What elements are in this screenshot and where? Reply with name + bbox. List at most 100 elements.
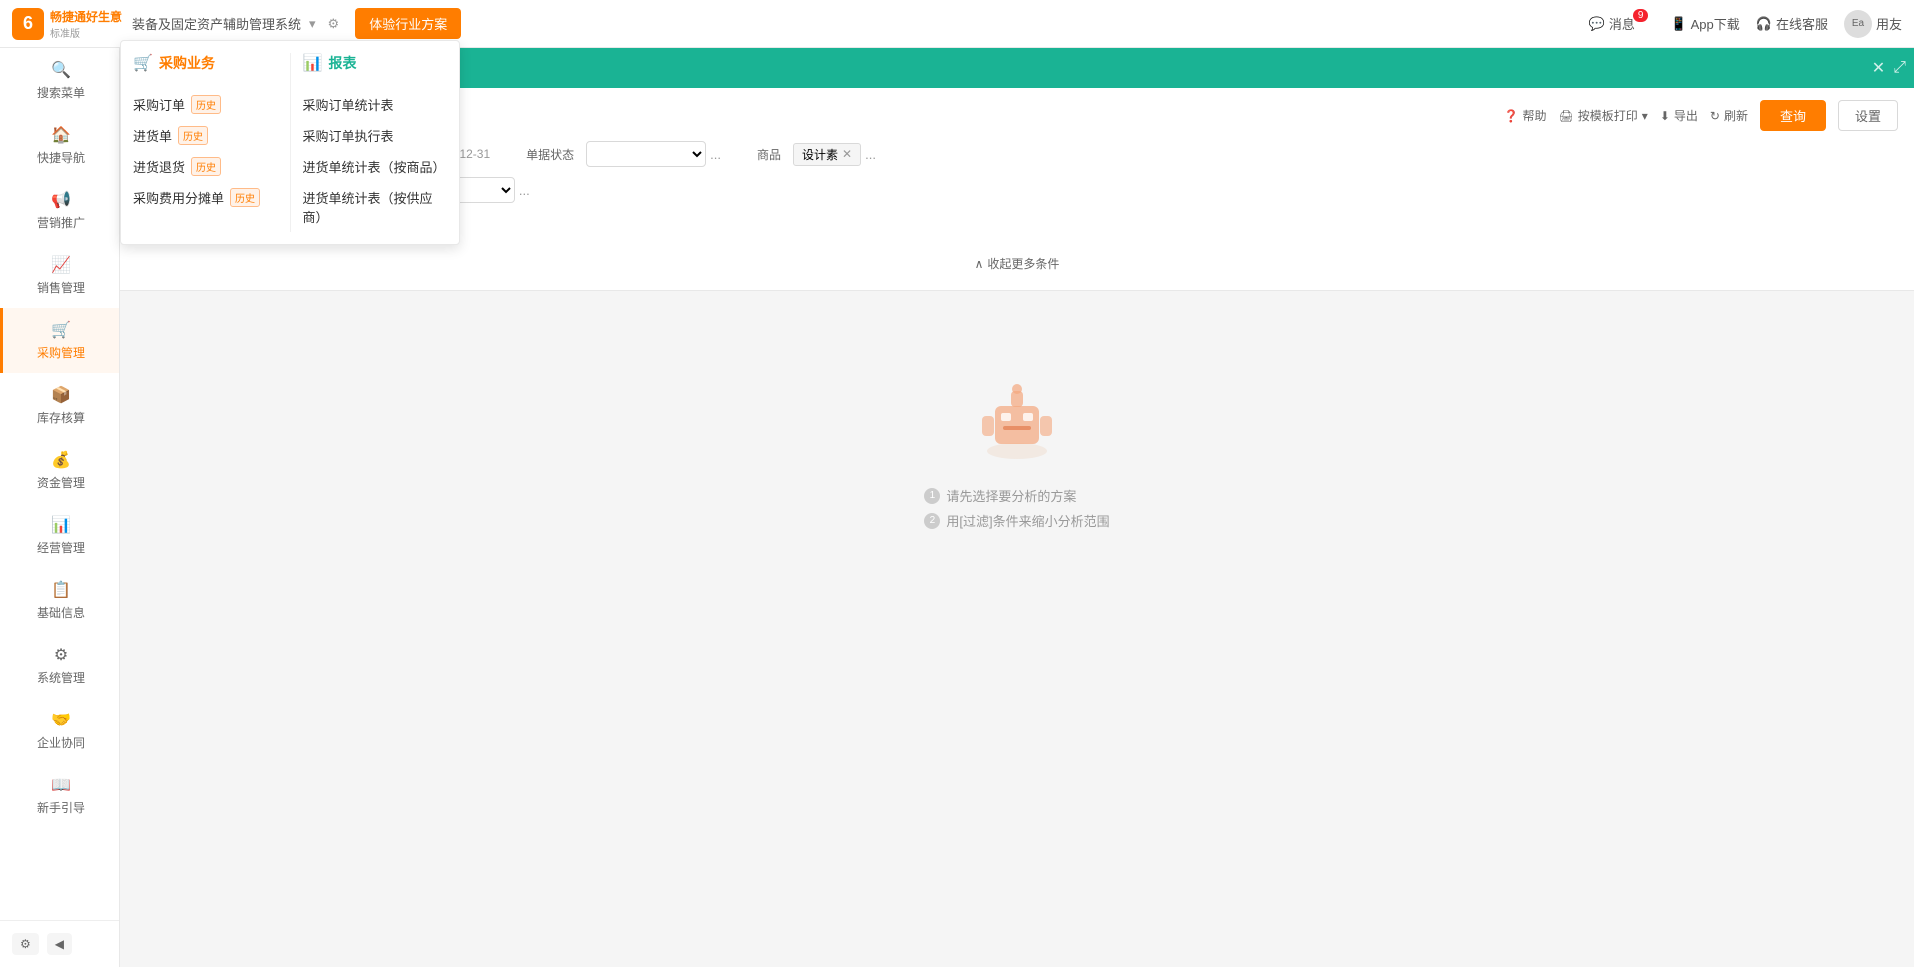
empty-svg xyxy=(967,371,1067,471)
salesperson-dots: ... xyxy=(519,183,530,198)
sidebar-item-inventory[interactable]: 📦 库存核算 xyxy=(0,373,119,438)
industry-btn[interactable]: 体验行业方案 xyxy=(355,8,461,39)
sidebar-bottom: ⚙ ◀ xyxy=(0,920,119,967)
tab-expand-btn[interactable]: ⤢ xyxy=(1893,59,1906,77)
menu-item-goods-by-product[interactable]: 进货单统计表（按商品） xyxy=(303,151,448,182)
sidebar-settings-btn[interactable]: ⚙ xyxy=(12,933,39,955)
history-tag-0: 历史 xyxy=(191,95,221,114)
sidebar-item-quick-nav[interactable]: 🏠 快捷导航 xyxy=(0,113,119,178)
sidebar-item-capital[interactable]: 💰 资金管理 xyxy=(0,438,119,503)
book-icon: 📖 xyxy=(51,775,71,795)
system-title-text: 装备及固定资产辅助管理系统 xyxy=(132,14,301,33)
doc-status-select[interactable]: ... xyxy=(586,141,721,167)
messages-btn[interactable]: 💬 消息 9 xyxy=(1589,14,1655,33)
goods-filter: 设计素 ✕ ... xyxy=(793,143,876,166)
menu-item-purchase-expense[interactable]: 采购费用分摊单 历史 xyxy=(133,182,278,213)
report-menu-section: 📊 报表 采购订单统计表 采购订单执行表 进货单统计表（按商品） 进货单统计表（… xyxy=(303,53,448,232)
menu-item-goods-receipt[interactable]: 进货单 历史 xyxy=(133,120,278,151)
doc-status-dots: ... xyxy=(710,147,721,162)
menu-item-purchase-order-stats[interactable]: 采购订单统计表 xyxy=(303,89,448,120)
menu-item-goods-by-supplier[interactable]: 进货单统计表（按供应商） xyxy=(303,182,448,232)
phone-icon: 📱 xyxy=(1670,16,1686,32)
home-icon: 🏠 xyxy=(51,125,71,145)
doc-status-dropdown[interactable] xyxy=(586,141,706,167)
collapse-icon: ∧ xyxy=(975,257,984,271)
tip-num-2: 2 xyxy=(924,513,940,529)
goods-dots: ... xyxy=(865,147,876,162)
help-btn[interactable]: ❓ 帮助 xyxy=(1504,107,1547,124)
print-template-btn[interactable]: 🖨 按模板打印 ▾ xyxy=(1559,107,1648,124)
money-icon: 💰 xyxy=(51,450,71,470)
sidebar-item-marketing[interactable]: 📢 营销推广 xyxy=(0,178,119,243)
history-tag-3: 历史 xyxy=(230,188,260,207)
gear-icon: ⚙ xyxy=(54,645,68,665)
sidebar-item-purchase[interactable]: 🛒 采购管理 xyxy=(0,308,119,373)
online-service-btn[interactable]: 🎧 在线客服 xyxy=(1756,14,1828,33)
system-dropdown-arrow[interactable]: ▾ xyxy=(309,16,316,32)
system-settings-icon[interactable]: ⚙ xyxy=(328,16,340,32)
report-section-icon: 📊 xyxy=(303,53,323,73)
doc-status-label: 单据状态 xyxy=(526,146,574,163)
purchase-dropdown-menu: 🛒 采购业务 采购订单 历史 进货单 历史 进货退货 历史 采购费用分摊单 历史… xyxy=(120,40,460,245)
sidebar: 🔍 搜索菜单 🏠 快捷导航 📢 营销推广 📈 销售管理 🛒 采购管理 📦 库存核… xyxy=(0,48,120,967)
goods-tag-close[interactable]: ✕ xyxy=(842,147,852,161)
avatar: Ea xyxy=(1844,10,1872,38)
help-icon: ❓ xyxy=(1504,109,1519,123)
box-icon: 📦 xyxy=(51,385,71,405)
history-tag-2: 历史 xyxy=(191,157,221,176)
menu-item-purchase-order[interactable]: 采购订单 历史 xyxy=(133,89,278,120)
sidebar-item-system[interactable]: ⚙ 系统管理 xyxy=(0,633,119,698)
menu-item-goods-return[interactable]: 进货退货 历史 xyxy=(133,151,278,182)
query-btn[interactable]: 查询 xyxy=(1760,100,1826,131)
purchase-section-icon: 🛒 xyxy=(133,53,153,73)
empty-state: 1 请先选择要分析的方案 2 用[过滤]条件来缩小分析范围 xyxy=(120,291,1914,616)
logo-area: 6 畅捷通好生意 标准版 xyxy=(12,8,132,40)
clipboard-icon: 📋 xyxy=(51,580,71,600)
export-btn[interactable]: ⬇ 导出 xyxy=(1660,107,1698,124)
logo-icon: 6 xyxy=(12,8,44,40)
collapse-btn[interactable]: ∧ 收起更多条件 xyxy=(136,249,1898,278)
cart-icon: 🛒 xyxy=(51,320,71,340)
empty-tip-1: 1 请先选择要分析的方案 xyxy=(924,486,1109,505)
headset-icon: 🎧 xyxy=(1756,16,1772,32)
bar-chart-icon: 📊 xyxy=(51,515,71,535)
sidebar-item-basic-info[interactable]: 📋 基础信息 xyxy=(0,568,119,633)
empty-illustration xyxy=(967,371,1067,474)
settings-btn[interactable]: 设置 xyxy=(1838,100,1898,131)
megaphone-icon: 📢 xyxy=(51,190,71,210)
sidebar-item-cooperation[interactable]: 🤝 企业协同 xyxy=(0,698,119,763)
menu-divider xyxy=(290,53,291,232)
empty-tips: 1 请先选择要分析的方案 2 用[过滤]条件来缩小分析范围 xyxy=(924,486,1109,536)
sidebar-item-operations[interactable]: 📊 经营管理 xyxy=(0,503,119,568)
tip-num-1: 1 xyxy=(924,488,940,504)
goods-tag[interactable]: 设计素 ✕ xyxy=(793,143,861,166)
search-icon: 🔍 xyxy=(51,60,71,80)
message-icon: 💬 xyxy=(1589,16,1605,32)
print-dropdown-arrow: ▾ xyxy=(1642,109,1648,123)
chart-icon: 📈 xyxy=(51,255,71,275)
sidebar-item-guide[interactable]: 📖 新手引导 xyxy=(0,763,119,828)
user-area[interactable]: Ea 用友 xyxy=(1844,10,1902,38)
sidebar-item-sales[interactable]: 📈 销售管理 xyxy=(0,243,119,308)
handshake-icon: 🤝 xyxy=(51,710,71,730)
header-right: 💬 消息 9 📱 App下载 🎧 在线客服 Ea 用友 xyxy=(1589,10,1902,38)
print-icon: 🖨 xyxy=(1559,109,1574,123)
tab-bar-right: ✕ ⤢ xyxy=(1872,58,1914,78)
logo-text: 畅捷通好生意 标准版 xyxy=(50,8,122,40)
tab-close-window-btn[interactable]: ✕ xyxy=(1872,58,1885,78)
toolbar-right: ❓ 帮助 🖨 按模板打印 ▾ ⬇ 导出 ↻ xyxy=(1504,100,1898,131)
app-download-btn[interactable]: 📱 App下载 xyxy=(1670,14,1739,33)
purchase-section-title: 🛒 采购业务 xyxy=(133,53,278,79)
messages-badge: 9 xyxy=(1633,9,1649,22)
sidebar-collapse-btn[interactable]: ◀ xyxy=(47,933,72,955)
goods-label: 商品 xyxy=(757,146,781,163)
purchase-menu-section: 🛒 采购业务 采购订单 历史 进货单 历史 进货退货 历史 采购费用分摊单 历史 xyxy=(133,53,278,232)
system-title-area: 装备及固定资产辅助管理系统 ▾ ⚙ 体验行业方案 xyxy=(132,8,1589,39)
export-icon: ⬇ xyxy=(1660,109,1670,123)
refresh-icon: ↻ xyxy=(1710,109,1720,123)
menu-item-purchase-order-exec[interactable]: 采购订单执行表 xyxy=(303,120,448,151)
refresh-btn[interactable]: ↻ 刷新 xyxy=(1710,107,1748,124)
sidebar-item-search[interactable]: 🔍 搜索菜单 xyxy=(0,48,119,113)
empty-tip-2: 2 用[过滤]条件来缩小分析范围 xyxy=(924,511,1109,530)
report-section-title: 📊 报表 xyxy=(303,53,448,79)
